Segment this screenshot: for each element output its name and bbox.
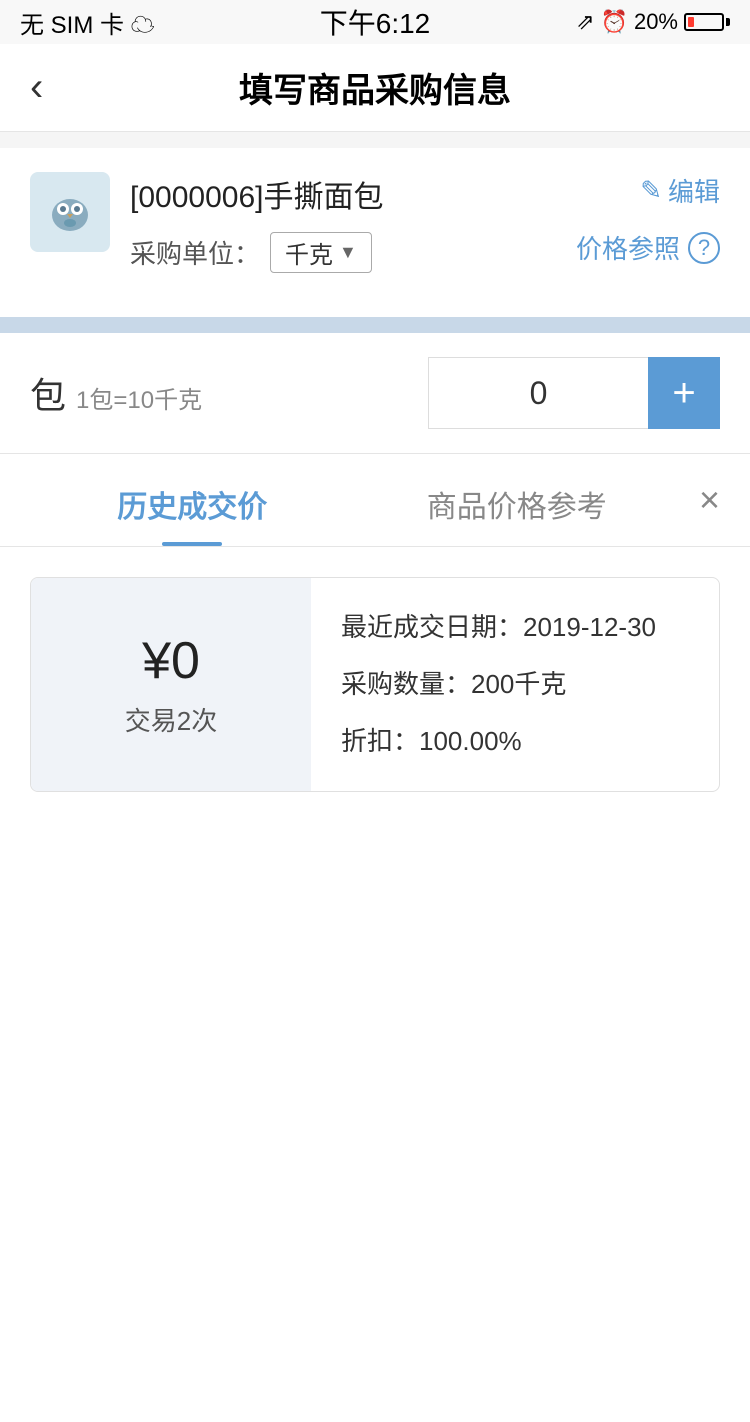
status-time: 下午6:12: [320, 2, 431, 42]
status-right: ⇗ ⏰ 20%: [576, 9, 730, 35]
alarm-icon: ⏰: [601, 9, 628, 35]
product-logo-svg: [45, 187, 95, 237]
purchase-qty-value: 200千克: [471, 669, 566, 699]
tab-product-price-ref[interactable]: 商品价格参考: [354, 454, 678, 546]
unit-selector[interactable]: 千克 ▼: [270, 232, 372, 273]
location-icon: ⇗: [576, 9, 594, 35]
purchase-qty-row: 采购数量：200千克: [341, 665, 689, 704]
price-ref-link[interactable]: 价格参照 ?: [576, 229, 720, 266]
tab-close-button[interactable]: ×: [679, 459, 720, 541]
recent-date-value: 2019-12-30: [523, 612, 656, 642]
purchase-qty-label: 采购数量：: [341, 669, 471, 699]
help-icon: ?: [688, 232, 720, 264]
product-details: [0000006]手撕面包 采购单位： 千克 ▼: [130, 172, 383, 273]
unit-label-text: 采购单位：: [130, 234, 260, 271]
tabs-header: 历史成交价 商品价格参考 ×: [0, 454, 750, 547]
discount-label: 折扣：: [341, 726, 419, 756]
history-price-value: ¥0: [142, 631, 200, 691]
status-left: 无 SIM 卡 ☁: [20, 5, 155, 40]
gray-separator: [0, 317, 750, 333]
back-button[interactable]: ‹: [30, 65, 63, 110]
product-unit-row: 采购单位： 千克 ▼: [130, 232, 383, 273]
quantity-plus-button[interactable]: +: [648, 357, 720, 429]
sim-label: 无 SIM 卡 ☁: [20, 5, 155, 40]
page-title: 填写商品采购信息: [239, 63, 511, 112]
tab-history-price[interactable]: 历史成交价: [30, 454, 354, 546]
history-price-section: ¥0 交易2次: [31, 578, 311, 791]
edit-link[interactable]: ✎ 编辑: [640, 172, 720, 209]
quantity-conversion: 1包=10千克: [76, 380, 202, 415]
quantity-unit: 包: [30, 367, 66, 419]
quantity-label: 包 1包=10千克: [30, 367, 202, 419]
history-details-section: 最近成交日期：2019-12-30 采购数量：200千克 折扣：100.00%: [311, 578, 719, 791]
bottom-space: [0, 822, 750, 1422]
discount-value: 100.00%: [419, 726, 522, 756]
tab-content-history: ¥0 交易2次 最近成交日期：2019-12-30 采购数量：200千克 折扣：…: [0, 547, 750, 822]
product-name: [0000006]手撕面包: [130, 172, 383, 216]
discount-row: 折扣：100.00%: [341, 722, 689, 761]
battery-icon: [684, 13, 730, 31]
edit-icon: ✎: [640, 175, 662, 206]
product-logo: [30, 172, 110, 252]
tabs-panel: 历史成交价 商品价格参考 × ¥0 交易2次 最近成交日期：2019-12-30…: [0, 453, 750, 822]
product-header: [0000006]手撕面包 采购单位： 千克 ▼ ✎ 编辑 价格参照 ?: [30, 172, 720, 273]
recent-date-row: 最近成交日期：2019-12-30: [341, 608, 689, 647]
unit-dropdown-arrow: ▼: [339, 242, 357, 263]
quantity-row: 包 1包=10千克 0 +: [0, 333, 750, 453]
battery-percent: 20%: [634, 9, 678, 35]
product-card: [0000006]手撕面包 采购单位： 千克 ▼ ✎ 编辑 价格参照 ?: [0, 148, 750, 317]
quantity-input-group: 0 +: [428, 357, 720, 429]
product-info: [0000006]手撕面包 采购单位： 千克 ▼: [30, 172, 383, 273]
status-bar: 无 SIM 卡 ☁ 下午6:12 ⇗ ⏰ 20%: [0, 0, 750, 44]
nav-bar: ‹ 填写商品采购信息: [0, 44, 750, 132]
quantity-input[interactable]: 0: [428, 357, 648, 429]
history-transaction-count: 交易2次: [125, 701, 217, 738]
history-card: ¥0 交易2次 最近成交日期：2019-12-30 采购数量：200千克 折扣：…: [30, 577, 720, 792]
recent-date-label: 最近成交日期：: [341, 612, 523, 642]
